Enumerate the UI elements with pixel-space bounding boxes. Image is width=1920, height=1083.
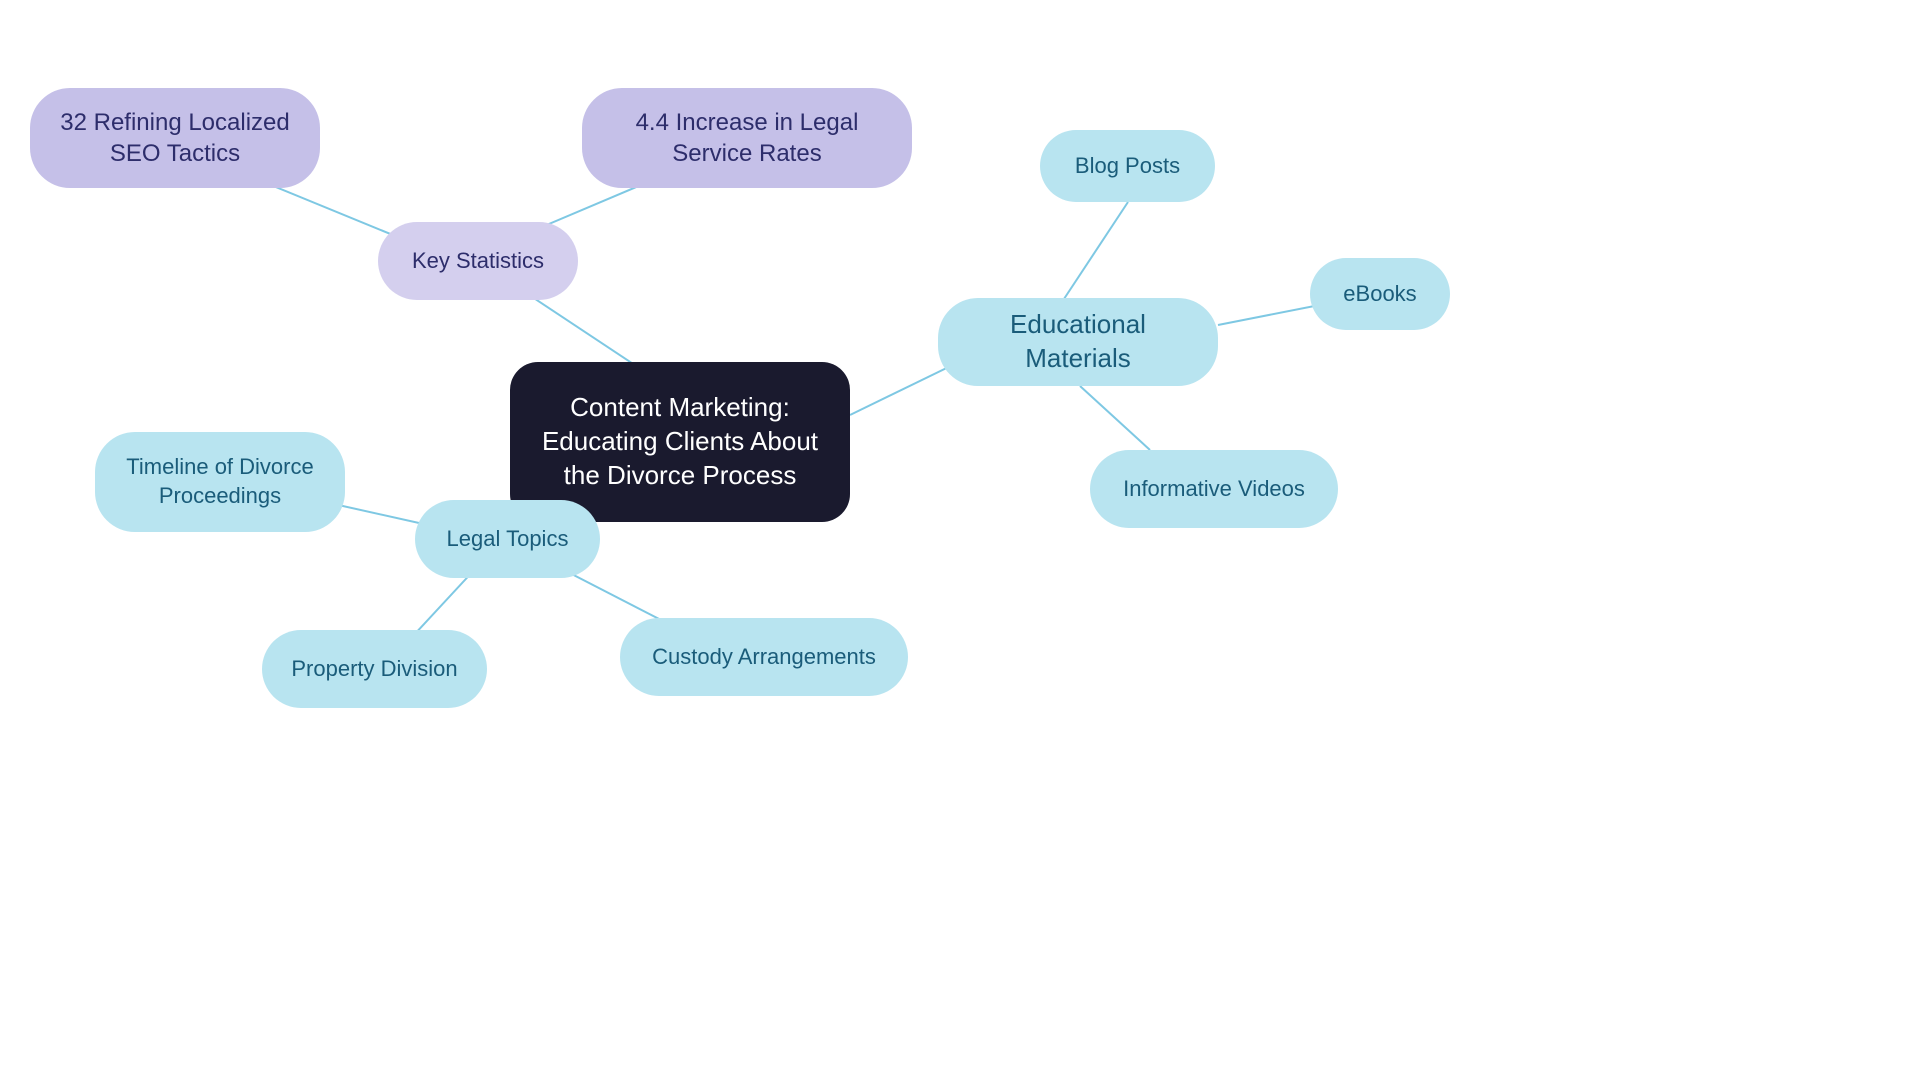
legal-service-rates-label: 4.4 Increase in Legal Service Rates bbox=[610, 107, 884, 169]
key-statistics-label: Key Statistics bbox=[412, 247, 544, 276]
key-statistics-node[interactable]: Key Statistics bbox=[378, 222, 578, 300]
ebooks-node[interactable]: eBooks bbox=[1310, 258, 1450, 330]
custody-arrangements-node[interactable]: Custody Arrangements bbox=[620, 618, 908, 696]
property-division-node[interactable]: Property Division bbox=[262, 630, 487, 708]
timeline-label: Timeline of Divorce Proceedings bbox=[123, 453, 317, 510]
ebooks-label: eBooks bbox=[1343, 280, 1416, 309]
seo-tactics-label: 32 Refining Localized SEO Tactics bbox=[58, 107, 292, 169]
informative-videos-node[interactable]: Informative Videos bbox=[1090, 450, 1338, 528]
blog-posts-node[interactable]: Blog Posts bbox=[1040, 130, 1215, 202]
legal-topics-label: Legal Topics bbox=[447, 525, 569, 554]
blog-posts-label: Blog Posts bbox=[1075, 152, 1180, 181]
informative-videos-label: Informative Videos bbox=[1123, 475, 1305, 504]
educational-materials-label: Educational Materials bbox=[966, 308, 1190, 376]
legal-service-rates-node[interactable]: 4.4 Increase in Legal Service Rates bbox=[582, 88, 912, 188]
center-node[interactable]: Content Marketing: Educating Clients Abo… bbox=[510, 362, 850, 522]
property-division-label: Property Division bbox=[291, 655, 457, 684]
center-label: Content Marketing: Educating Clients Abo… bbox=[538, 391, 822, 492]
seo-tactics-node[interactable]: 32 Refining Localized SEO Tactics bbox=[30, 88, 320, 188]
educational-materials-node[interactable]: Educational Materials bbox=[938, 298, 1218, 386]
timeline-node[interactable]: Timeline of Divorce Proceedings bbox=[95, 432, 345, 532]
legal-topics-node[interactable]: Legal Topics bbox=[415, 500, 600, 578]
custody-label: Custody Arrangements bbox=[652, 643, 876, 672]
